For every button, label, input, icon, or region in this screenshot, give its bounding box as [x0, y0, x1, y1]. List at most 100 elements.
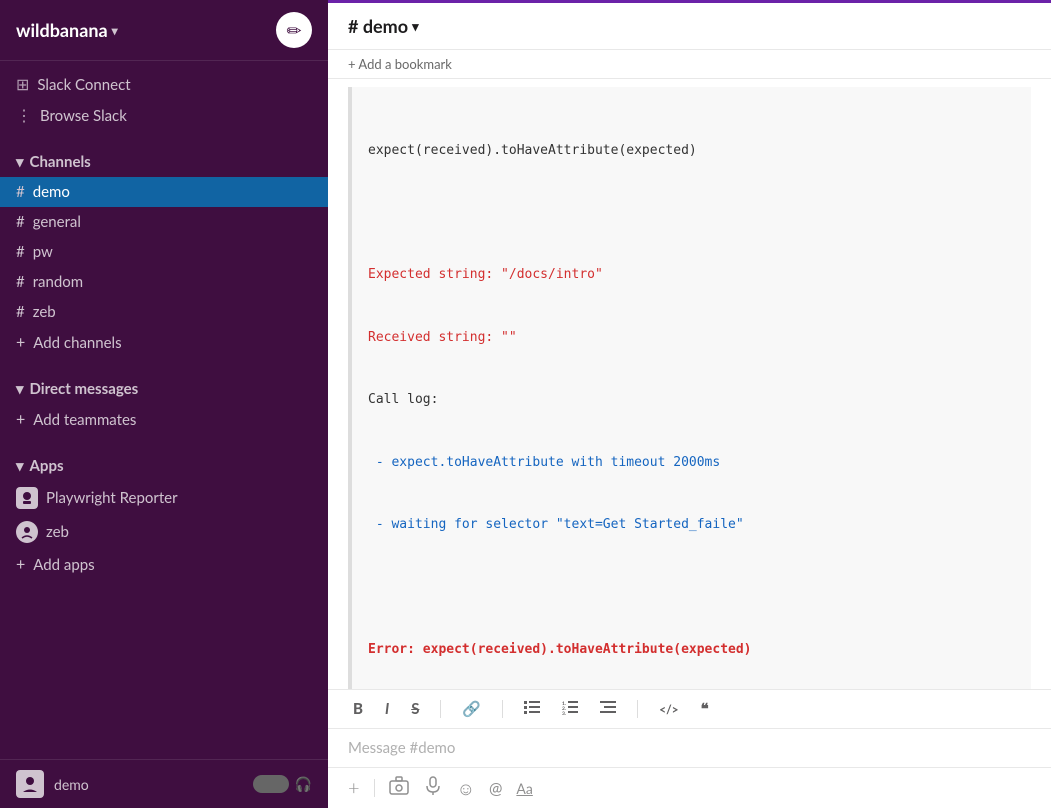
slack-connect-label: Slack Connect — [37, 76, 130, 94]
sidebar-item-zeb-app[interactable]: zeb — [0, 515, 328, 549]
zeb-person-icon — [16, 521, 38, 543]
hash-icon-general: # — [16, 213, 25, 231]
sidebar-item-pw[interactable]: # pw — [0, 237, 328, 267]
code-block: expect(received).toHaveAttribute(expecte… — [348, 87, 1031, 689]
toolbar-divider-3 — [637, 700, 638, 718]
bullet-list-button[interactable] — [519, 696, 545, 722]
compose-button[interactable]: ✏ — [276, 12, 312, 48]
sidebar-header: wildbanana ▾ ✏ — [0, 0, 328, 61]
workspace-label: wildbanana — [16, 19, 108, 41]
channel-header: # demo ▾ — [328, 3, 1051, 50]
add-teammates-button[interactable]: + Add teammates — [0, 404, 328, 435]
emoji-button[interactable]: ☺ — [457, 777, 475, 800]
code-line-received1: Received string: "" — [368, 328, 1015, 349]
message-placeholder[interactable]: Message #demo — [348, 739, 1031, 757]
channel-title[interactable]: # demo ▾ — [348, 15, 419, 37]
hash-icon-pw: # — [16, 243, 25, 261]
add-teammates-label: Add teammates — [33, 411, 136, 429]
aa-button[interactable]: Aa — [516, 780, 532, 797]
channel-chevron: ▾ — [412, 18, 419, 35]
code-button[interactable]: </> — [654, 699, 684, 720]
add-apps-icon: + — [16, 555, 25, 574]
status-toggle[interactable] — [253, 775, 289, 793]
add-bookmark-link[interactable]: + Add a bookmark — [348, 56, 452, 72]
add-apps-label: Add apps — [33, 556, 94, 574]
direct-messages-section: ▾ Direct messages + Add teammates — [0, 366, 328, 443]
sidebar-item-slack-connect[interactable]: ⊞ Slack Connect — [0, 69, 328, 100]
playwright-reporter-label: Playwright Reporter — [46, 489, 178, 507]
add-channels-icon: + — [16, 333, 25, 352]
numbered-list-button[interactable]: 1.2.3. — [557, 696, 583, 722]
apps-header[interactable]: ▾ Apps — [0, 451, 328, 481]
direct-messages-header[interactable]: ▾ Direct messages — [0, 374, 328, 404]
camera-button[interactable] — [389, 776, 409, 800]
workspace-name[interactable]: wildbanana ▾ — [16, 19, 118, 41]
status-icons: 🎧 — [253, 775, 312, 793]
main-content: # demo ▾ + Add a bookmark expect(receive… — [328, 0, 1051, 808]
mention-button[interactable]: @ — [489, 779, 502, 798]
code-line-error: Error: expect(received).toHaveAttribute(… — [368, 640, 1015, 661]
channels-header[interactable]: ▾ Channels — [0, 147, 328, 177]
add-apps-button[interactable]: + Add apps — [0, 549, 328, 580]
sidebar-item-random[interactable]: # random — [0, 267, 328, 297]
channel-demo-label: demo — [33, 183, 70, 201]
browse-slack-label: Browse Slack — [40, 107, 127, 125]
apps-label: Apps — [30, 457, 64, 475]
sidebar-item-browse-slack[interactable]: ⋮ Browse Slack — [0, 100, 328, 131]
add-teammates-icon: + — [16, 410, 25, 429]
code-line-calllog1: Call log: — [368, 390, 1015, 411]
add-channels-label: Add channels — [33, 334, 121, 352]
sidebar-item-zeb[interactable]: # zeb — [0, 297, 328, 327]
strikethrough-button[interactable]: S — [406, 697, 424, 721]
apps-collapse-icon: ▾ — [16, 457, 24, 475]
hash-icon-random: # — [16, 273, 25, 291]
sidebar-bottom: demo 🎧 — [0, 759, 328, 808]
message-input-area: Message #demo — [328, 729, 1051, 767]
link-button[interactable]: 🔗 — [457, 697, 486, 721]
playwright-reporter-icon — [16, 487, 38, 509]
messages-area: expect(received).toHaveAttribute(expecte… — [328, 79, 1051, 689]
apps-section: ▾ Apps Playwright Reporter zeb + Add app… — [0, 443, 328, 588]
message-toolbar: B I S 🔗 1.2.3. </> ❝ — [328, 689, 1051, 729]
bold-button[interactable]: B — [348, 697, 368, 721]
divider-1 — [374, 779, 375, 797]
channel-general-label: general — [33, 213, 81, 231]
bookmark-bar[interactable]: + Add a bookmark — [328, 50, 1051, 79]
hash-icon-demo: # — [16, 183, 25, 201]
toolbar-divider-1 — [440, 700, 441, 718]
sidebar-item-general[interactable]: # general — [0, 207, 328, 237]
sidebar-top-section: ⊞ Slack Connect ⋮ Browse Slack — [0, 61, 328, 139]
bottom-user-name: demo — [54, 776, 89, 793]
channel-random-label: random — [33, 273, 83, 291]
slack-connect-icon: ⊞ — [16, 75, 29, 94]
microphone-button[interactable] — [423, 776, 443, 800]
user-avatar[interactable] — [16, 770, 44, 798]
channel-pw-label: pw — [33, 243, 53, 261]
input-actions: + ☺ @ Aa — [328, 767, 1051, 808]
channels-section: ▾ Channels # demo # general # pw # rando… — [0, 139, 328, 366]
toolbar-divider-2 — [502, 700, 503, 718]
code-line-expected1: Expected string: "/docs/intro" — [368, 265, 1015, 286]
channels-collapse-icon: ▾ — [16, 153, 24, 171]
hash-icon-zeb: # — [16, 303, 25, 321]
quote-button[interactable]: ❝ — [696, 697, 714, 721]
code-line-1: expect(received).toHaveAttribute(expecte… — [368, 141, 1015, 162]
sidebar-item-demo[interactable]: # demo — [0, 177, 328, 207]
italic-button[interactable]: I — [380, 697, 394, 721]
dots-icon: ⋮ — [16, 106, 32, 125]
headphone-icon: 🎧 — [295, 775, 312, 793]
svg-text:3.: 3. — [562, 711, 566, 715]
code-line-blank1 — [368, 203, 1015, 224]
channel-zeb-label: zeb — [33, 303, 56, 321]
sidebar-item-playwright-reporter[interactable]: Playwright Reporter — [0, 481, 328, 515]
compose-icon: ✏ — [286, 19, 301, 42]
channels-label: Channels — [30, 153, 91, 171]
indent-button[interactable] — [595, 696, 621, 722]
add-channels-button[interactable]: + Add channels — [0, 327, 328, 358]
channel-name: # demo — [348, 15, 408, 37]
sidebar: wildbanana ▾ ✏ ⊞ Slack Connect ⋮ Browse … — [0, 0, 328, 808]
plus-button[interactable]: + — [348, 776, 360, 800]
code-line-blank2 — [368, 577, 1015, 598]
code-line-logentry2: - waiting for selector "text=Get Started… — [368, 515, 1015, 536]
dm-collapse-icon: ▾ — [16, 380, 24, 398]
